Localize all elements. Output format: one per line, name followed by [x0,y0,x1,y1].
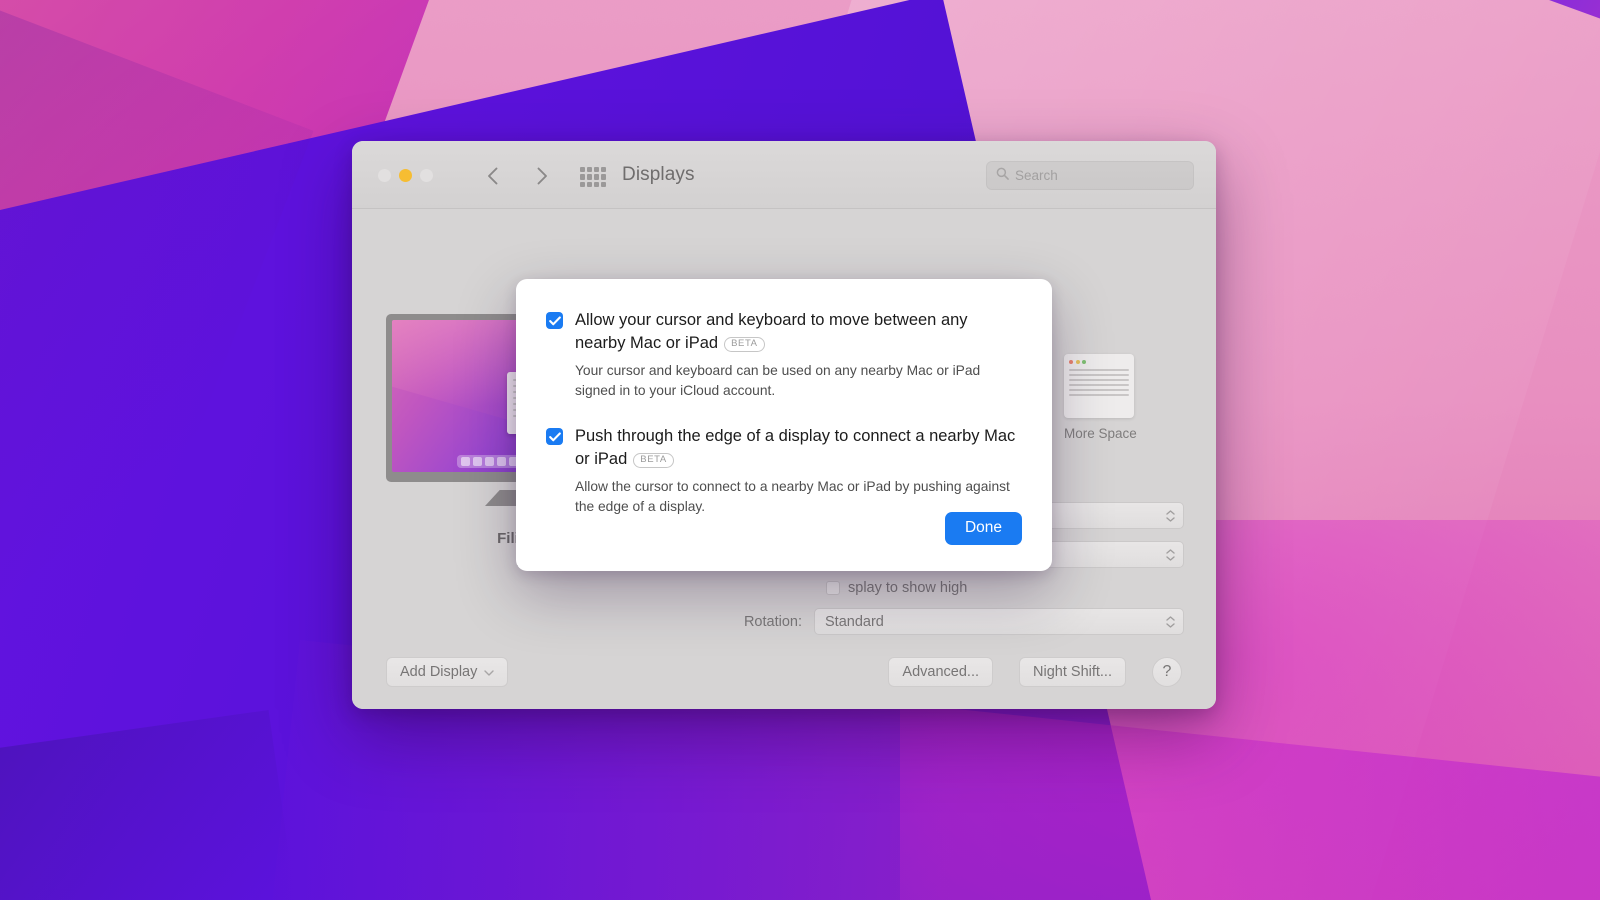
push-through-checkbox[interactable] [546,428,563,446]
option-body: Push through the edge of a display to co… [575,425,1022,517]
universal-control-sheet: Allow your cursor and keyboard to move b… [516,279,1052,571]
option-allow-cursor-keyboard[interactable]: Allow your cursor and keyboard to move b… [546,309,1022,401]
forward-chevron-icon[interactable] [528,161,556,191]
allow-cursor-checkbox[interactable] [546,312,563,329]
stepper-chevrons-icon [1166,509,1175,522]
option-push-through-edge[interactable]: Push through the edge of a display to co… [546,425,1022,517]
beta-badge: BETA [724,336,765,352]
advanced-label: Advanced... [902,664,979,680]
traffic-light-group [378,169,433,182]
show-all-grid-icon[interactable] [580,167,606,187]
back-chevron-icon[interactable] [478,161,506,191]
rotation-value: Standard [825,613,884,630]
stepper-chevrons-icon [1166,615,1175,628]
resolution-thumb-image [1064,354,1134,418]
beta-badge: BETA [633,452,674,468]
option-title-wrap: Allow your cursor and keyboard to move b… [575,309,1022,354]
search-placeholder: Search [1015,168,1058,183]
search-icon [996,167,1009,185]
option-title-wrap: Push through the edge of a display to co… [575,425,1022,470]
help-label: ? [1162,663,1172,680]
window-titlebar: Displays Search [352,141,1216,209]
close-button[interactable] [378,169,391,182]
window-button-bar: Add Display Advanced... Night Shift... ? [352,657,1216,691]
resolution-thumb-more-space[interactable]: More Space [1064,354,1137,441]
night-shift-button[interactable]: Night Shift... [1019,657,1126,687]
sheet-footer: Done [944,512,1022,545]
help-button[interactable]: ? [1152,657,1182,687]
add-display-button[interactable]: Add Display [386,657,509,687]
night-shift-label: Night Shift... [1033,664,1112,680]
minimize-button[interactable] [399,169,412,182]
option-description: Your cursor and keyboard can be used on … [575,363,981,399]
rotation-row: Rotation: Standard [704,608,1184,635]
stepper-chevrons-icon [1166,548,1175,561]
hdr-checkbox[interactable] [826,581,840,595]
advanced-button[interactable]: Advanced... [888,657,993,687]
done-button[interactable]: Done [944,512,1022,545]
zoom-button[interactable] [420,169,433,182]
hdr-checkbox-row[interactable]: splay to show high [826,580,1184,596]
option-body: Allow your cursor and keyboard to move b… [575,309,1022,401]
hdr-label: splay to show high [848,580,968,596]
search-input[interactable]: Search [986,161,1194,190]
rotation-popup[interactable]: Standard [814,608,1184,635]
rotation-label: Rotation: [743,613,802,630]
page-title: Displays [622,164,695,185]
chevron-down-icon [484,664,495,680]
add-display-label: Add Display [400,664,478,680]
option-title: Allow your cursor and keyboard to move b… [575,311,968,352]
resolution-thumb-caption: More Space [1064,426,1137,441]
